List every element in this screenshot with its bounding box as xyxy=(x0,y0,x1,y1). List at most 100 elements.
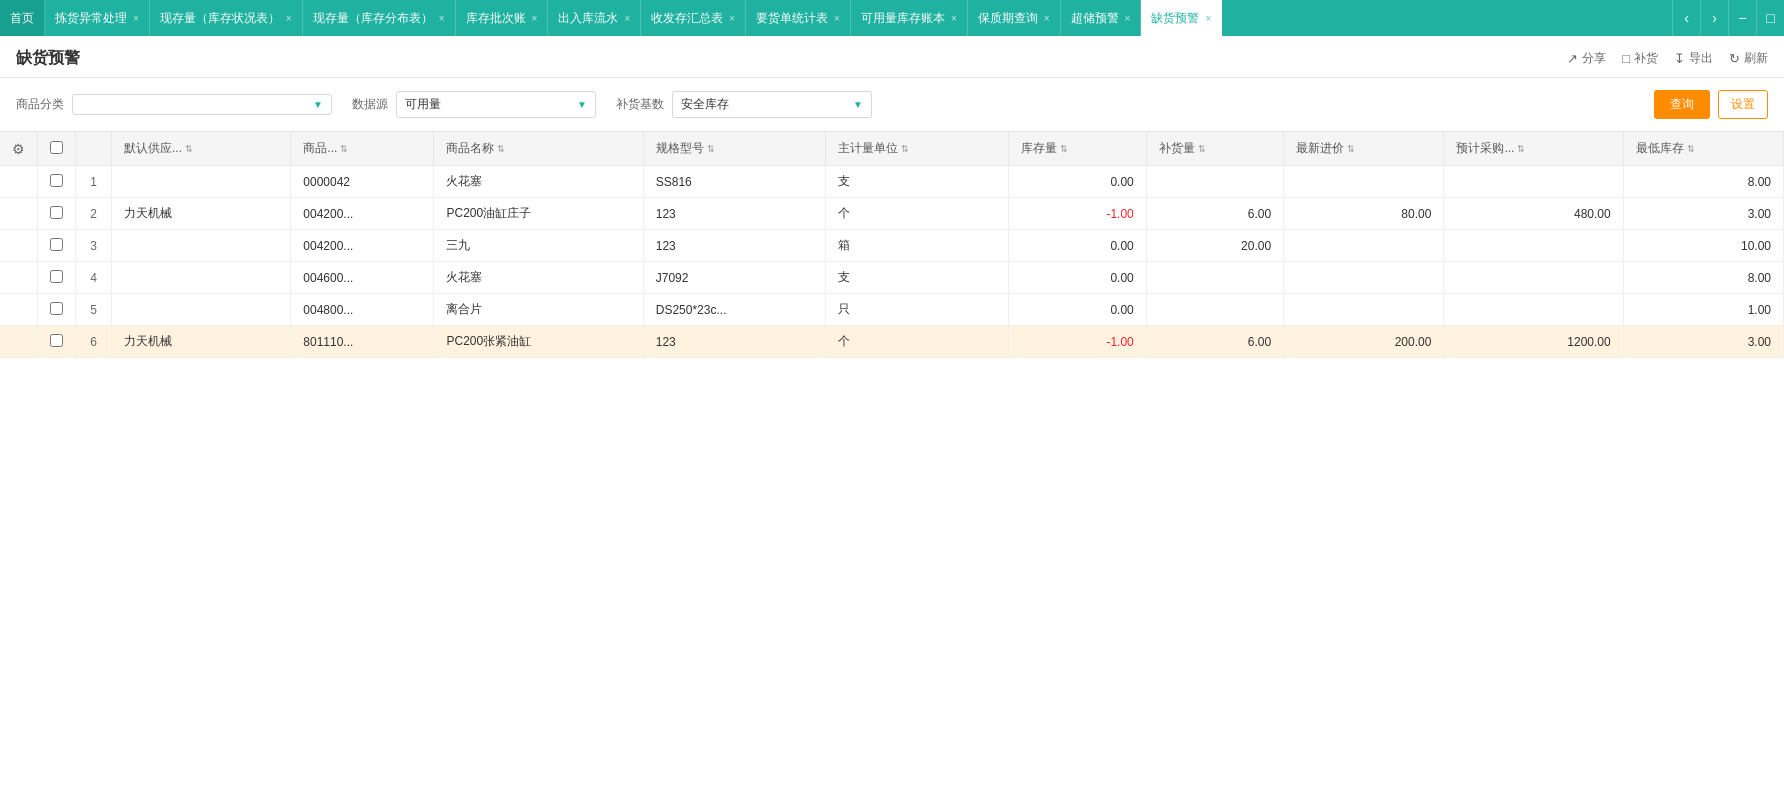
close-pick-err-icon[interactable]: × xyxy=(133,13,139,24)
th-min-stock[interactable]: 最低库存⇅ xyxy=(1623,132,1783,166)
nav-maximize-button[interactable]: □ xyxy=(1756,0,1784,36)
share-label: 分享 xyxy=(1582,50,1606,67)
page-title: 缺货预警 xyxy=(16,48,80,69)
th-name[interactable]: 商品名称⇅ xyxy=(434,132,643,166)
nav-tab-overstock[interactable]: 超储预警 × xyxy=(1061,0,1142,36)
nav-tab-order-stat[interactable]: 要货单统计表 × xyxy=(746,0,851,36)
table-row: 5 004800... 离合片 DS250*23c... 只 0.00 1.00 xyxy=(0,294,1784,326)
row-checkbox[interactable] xyxy=(50,174,63,187)
nav-tab-avail-book[interactable]: 可用量库存账本 × xyxy=(851,0,968,36)
nav-tab-expiry-label: 保质期查询 xyxy=(978,10,1038,27)
nav-tab-home[interactable]: 首页 xyxy=(0,0,45,36)
row-checkbox[interactable] xyxy=(50,206,63,219)
row-sku: 004200... xyxy=(291,230,434,262)
datasource-label: 数据源 xyxy=(352,96,388,113)
nav-tab-receive-sum-label: 收发存汇总表 xyxy=(651,10,723,27)
share-action[interactable]: ↗ 分享 xyxy=(1567,50,1606,67)
row-checkbox-cell[interactable] xyxy=(38,230,76,262)
th-stock[interactable]: 库存量⇅ xyxy=(1009,132,1146,166)
settings-button[interactable]: 设置 xyxy=(1718,90,1768,119)
close-expiry-icon[interactable]: × xyxy=(1044,13,1050,24)
th-latest-price[interactable]: 最新进价⇅ xyxy=(1284,132,1444,166)
unit-sort-icon: ⇅ xyxy=(901,144,909,154)
th-sku[interactable]: 商品...⇅ xyxy=(291,132,434,166)
table-row: 3 004200... 三九 123 箱 0.00 20.00 10.00 xyxy=(0,230,1784,262)
nav-controls: ‹ › − □ xyxy=(1672,0,1784,36)
row-checkbox-cell[interactable] xyxy=(38,198,76,230)
row-est-purchase: 1200.00 xyxy=(1444,326,1623,358)
row-est-purchase xyxy=(1444,262,1623,294)
replenish-action[interactable]: □ 补货 xyxy=(1622,50,1658,67)
nav-tab-receive-sum[interactable]: 收发存汇总表 × xyxy=(641,0,746,36)
nav-minimize-button[interactable]: − xyxy=(1728,0,1756,36)
row-name: 火花塞 xyxy=(434,166,643,198)
row-latest-price xyxy=(1284,294,1444,326)
row-checkbox[interactable] xyxy=(50,270,63,283)
replenish-base-select[interactable]: 安全库存 ▼ xyxy=(672,91,872,118)
row-checkbox[interactable] xyxy=(50,334,63,347)
row-name: 火花塞 xyxy=(434,262,643,294)
nav-tab-pick-err-label: 拣货异常处理 xyxy=(55,10,127,27)
row-checkbox-cell[interactable] xyxy=(38,262,76,294)
nav-tab-inv-dist[interactable]: 现存量（库存分布表） × xyxy=(303,0,456,36)
close-inv-status-icon[interactable]: × xyxy=(286,13,292,24)
nav-prev-button[interactable]: ‹ xyxy=(1672,0,1700,36)
nav-tab-pick-err[interactable]: 拣货异常处理 × xyxy=(45,0,150,36)
th-spec[interactable]: 规格型号⇅ xyxy=(643,132,826,166)
close-inout-flow-icon[interactable]: × xyxy=(624,13,630,24)
row-est-purchase xyxy=(1444,166,1623,198)
row-unit: 支 xyxy=(826,262,1009,294)
close-order-stat-icon[interactable]: × xyxy=(834,13,840,24)
nav-tab-shortage-label: 缺货预警 xyxy=(1151,10,1199,27)
nav-next-button[interactable]: › xyxy=(1700,0,1728,36)
query-button[interactable]: 查询 xyxy=(1654,90,1710,119)
table-row: 1 0000042 火花塞 SS816 支 0.00 8.00 xyxy=(0,166,1784,198)
row-replenish xyxy=(1146,262,1283,294)
row-supplier: 力天机械 xyxy=(112,198,291,230)
close-shortage-icon[interactable]: × xyxy=(1205,13,1211,24)
select-all-checkbox[interactable] xyxy=(50,141,63,154)
th-num xyxy=(76,132,112,166)
th-est-purchase[interactable]: 预计采购...⇅ xyxy=(1444,132,1623,166)
nav-tab-inout-flow[interactable]: 出入库流水 × xyxy=(548,0,641,36)
th-supplier[interactable]: 默认供应...⇅ xyxy=(112,132,291,166)
nav-tab-avail-book-label: 可用量库存账本 xyxy=(861,10,945,27)
row-min-stock: 3.00 xyxy=(1623,326,1783,358)
th-unit[interactable]: 主计量单位⇅ xyxy=(826,132,1009,166)
row-checkbox[interactable] xyxy=(50,238,63,251)
gear-settings-icon[interactable]: ⚙ xyxy=(12,141,25,157)
row-checkbox-cell[interactable] xyxy=(38,166,76,198)
header-actions: ↗ 分享 □ 补货 ↧ 导出 ↻ 刷新 xyxy=(1567,50,1768,67)
table-header-row: ⚙ 默认供应...⇅ 商品...⇅ 商品名称⇅ xyxy=(0,132,1784,166)
row-min-stock: 1.00 xyxy=(1623,294,1783,326)
nav-tab-inv-batch[interactable]: 库存批次账 × xyxy=(456,0,549,36)
category-select[interactable]: ▼ xyxy=(72,94,332,115)
table-row: 6 力天机械 801110... PC200张紧油缸 123 个 -1.00 6… xyxy=(0,326,1784,358)
th-replenish[interactable]: 补货量⇅ xyxy=(1146,132,1283,166)
row-checkbox-cell[interactable] xyxy=(38,294,76,326)
close-receive-sum-icon[interactable]: × xyxy=(729,13,735,24)
replenish-icon: □ xyxy=(1622,51,1630,66)
nav-tab-expiry[interactable]: 保质期查询 × xyxy=(968,0,1061,36)
row-est-purchase: 480.00 xyxy=(1444,198,1623,230)
nav-tab-inv-status[interactable]: 现存量（库存状况表） × xyxy=(150,0,303,36)
row-stock: 0.00 xyxy=(1009,166,1146,198)
row-num: 4 xyxy=(76,262,112,294)
close-inv-batch-icon[interactable]: × xyxy=(532,13,538,24)
replenish-label: 补货 xyxy=(1634,50,1658,67)
close-overstock-icon[interactable]: × xyxy=(1125,13,1131,24)
row-spec: J7092 xyxy=(643,262,826,294)
refresh-action[interactable]: ↻ 刷新 xyxy=(1729,50,1768,67)
datasource-select[interactable]: 可用量 ▼ xyxy=(396,91,596,118)
export-action[interactable]: ↧ 导出 xyxy=(1674,50,1713,67)
row-gear-cell xyxy=(0,262,38,294)
th-gear[interactable]: ⚙ xyxy=(0,132,38,166)
spec-sort-icon: ⇅ xyxy=(707,144,715,154)
close-inv-dist-icon[interactable]: × xyxy=(439,13,445,24)
row-supplier: 力天机械 xyxy=(112,326,291,358)
th-checkbox[interactable] xyxy=(38,132,76,166)
row-checkbox[interactable] xyxy=(50,302,63,315)
nav-tab-shortage[interactable]: 缺货预警 × xyxy=(1141,0,1222,36)
close-avail-book-icon[interactable]: × xyxy=(951,13,957,24)
row-checkbox-cell[interactable] xyxy=(38,326,76,358)
